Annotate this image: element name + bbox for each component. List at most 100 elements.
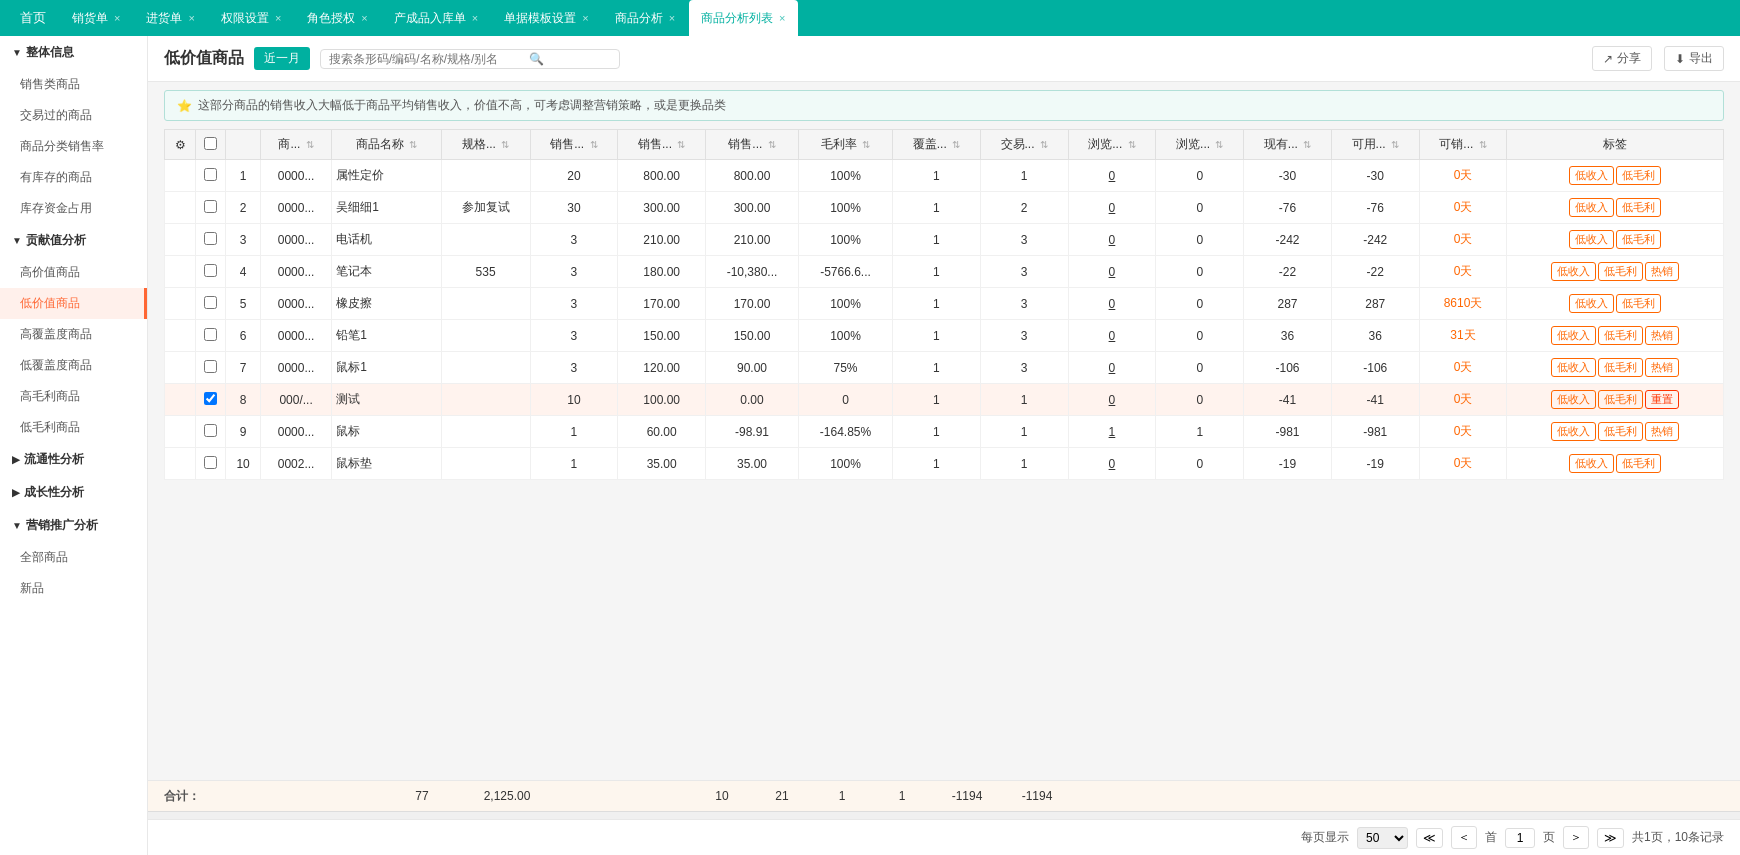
- row-checkbox[interactable]: [204, 360, 217, 373]
- sidebar-item-sales-goods[interactable]: 销售类商品: [0, 69, 147, 100]
- row-checkbox[interactable]: [204, 296, 217, 309]
- sidebar-group-growth[interactable]: ▶ 成长性分析: [0, 476, 147, 509]
- col-gross[interactable]: 毛利率 ⇅: [799, 130, 893, 160]
- browse-link[interactable]: 0: [1109, 361, 1116, 375]
- col-browse2[interactable]: 浏览... ⇅: [1156, 130, 1244, 160]
- col-sales1[interactable]: 销售... ⇅: [618, 130, 706, 160]
- row-browse1[interactable]: 0: [1068, 448, 1156, 480]
- row-checkbox-cell[interactable]: [196, 384, 226, 416]
- sidebar-item-low-value[interactable]: 低价值商品: [0, 288, 147, 319]
- row-checkbox[interactable]: [204, 328, 217, 341]
- nav-home[interactable]: 首页: [8, 0, 58, 36]
- sidebar-item-high-margin[interactable]: 高毛利商品: [0, 381, 147, 412]
- nav-permission[interactable]: 权限设置 ×: [209, 0, 293, 36]
- row-checkbox-cell[interactable]: [196, 352, 226, 384]
- last-page-button[interactable]: ≫: [1597, 828, 1624, 848]
- nav-template[interactable]: 单据模板设置 ×: [492, 0, 600, 36]
- row-checkbox-cell[interactable]: [196, 224, 226, 256]
- nav-purchase[interactable]: 进货单 ×: [134, 0, 206, 36]
- col-browse1[interactable]: 浏览... ⇅: [1068, 130, 1156, 160]
- row-checkbox[interactable]: [204, 200, 217, 213]
- row-checkbox[interactable]: [204, 392, 217, 405]
- row-checkbox[interactable]: [204, 232, 217, 245]
- row-checkbox-cell[interactable]: [196, 192, 226, 224]
- row-browse1[interactable]: 0: [1068, 256, 1156, 288]
- row-checkbox-cell[interactable]: [196, 448, 226, 480]
- row-checkbox-cell[interactable]: [196, 288, 226, 320]
- sidebar-item-stock-goods[interactable]: 有库存的商品: [0, 162, 147, 193]
- search-icon[interactable]: 🔍: [529, 52, 544, 66]
- col-code[interactable]: 商... ⇅: [260, 130, 331, 160]
- browse-link[interactable]: 0: [1109, 265, 1116, 279]
- first-page-button[interactable]: ≪: [1416, 828, 1443, 848]
- browse-link[interactable]: 0: [1109, 169, 1116, 183]
- col-settings[interactable]: ⚙: [165, 130, 196, 160]
- per-page-select[interactable]: 50 10 20 100: [1357, 827, 1408, 849]
- row-checkbox[interactable]: [204, 424, 217, 437]
- browse-link[interactable]: 0: [1109, 393, 1116, 407]
- nav-role[interactable]: 角色授权 ×: [295, 0, 379, 36]
- browse-link[interactable]: 0: [1109, 329, 1116, 343]
- row-checkbox-cell[interactable]: [196, 416, 226, 448]
- col-qty[interactable]: 销售... ⇅: [530, 130, 618, 160]
- sidebar-item-traded-goods[interactable]: 交易过的商品: [0, 100, 147, 131]
- row-checkbox-cell[interactable]: [196, 320, 226, 352]
- col-coverage[interactable]: 覆盖... ⇅: [893, 130, 981, 160]
- export-button[interactable]: ⬇ 导出: [1664, 46, 1724, 71]
- col-sellable[interactable]: 可销... ⇅: [1419, 130, 1507, 160]
- col-spec[interactable]: 规格... ⇅: [441, 130, 530, 160]
- browse-link[interactable]: 0: [1109, 297, 1116, 311]
- sidebar-item-stock-fund[interactable]: 库存资金占用: [0, 193, 147, 224]
- sidebar-item-category-rate[interactable]: 商品分类销售率: [0, 131, 147, 162]
- close-goods-list-icon[interactable]: ×: [779, 12, 785, 24]
- horizontal-scrollbar[interactable]: [148, 811, 1740, 819]
- sidebar-item-high-coverage[interactable]: 高覆盖度商品: [0, 319, 147, 350]
- col-stock[interactable]: 现有... ⇅: [1244, 130, 1332, 160]
- row-checkbox-cell[interactable]: [196, 256, 226, 288]
- sidebar-group-contribution[interactable]: ▼ 贡献值分析: [0, 224, 147, 257]
- share-button[interactable]: ↗ 分享: [1592, 46, 1652, 71]
- nav-goods-analysis[interactable]: 商品分析 ×: [603, 0, 687, 36]
- sidebar-group-overview[interactable]: ▼ 整体信息: [0, 36, 147, 69]
- row-browse1[interactable]: 0: [1068, 384, 1156, 416]
- prev-page-button[interactable]: ＜: [1451, 826, 1477, 849]
- browse-link[interactable]: 0: [1109, 233, 1116, 247]
- next-page-button[interactable]: ＞: [1563, 826, 1589, 849]
- row-checkbox-cell[interactable]: [196, 160, 226, 192]
- sidebar-group-circulation[interactable]: ▶ 流通性分析: [0, 443, 147, 476]
- close-sales-icon[interactable]: ×: [114, 12, 120, 24]
- select-all-checkbox[interactable]: [204, 137, 217, 150]
- col-trade[interactable]: 交易... ⇅: [980, 130, 1068, 160]
- row-browse1[interactable]: 1: [1068, 416, 1156, 448]
- row-checkbox[interactable]: [204, 456, 217, 469]
- row-checkbox[interactable]: [204, 168, 217, 181]
- page-input[interactable]: [1505, 828, 1535, 848]
- row-browse1[interactable]: 0: [1068, 224, 1156, 256]
- col-name[interactable]: 商品名称 ⇅: [332, 130, 442, 160]
- close-purchase-icon[interactable]: ×: [188, 12, 194, 24]
- row-checkbox[interactable]: [204, 264, 217, 277]
- nav-goods-list[interactable]: 商品分析列表 ×: [689, 0, 797, 36]
- col-available[interactable]: 可用... ⇅: [1331, 130, 1419, 160]
- close-production-icon[interactable]: ×: [472, 12, 478, 24]
- col-checkbox[interactable]: [196, 130, 226, 160]
- close-role-icon[interactable]: ×: [361, 12, 367, 24]
- sidebar-item-low-margin[interactable]: 低毛利商品: [0, 412, 147, 443]
- close-goods-analysis-icon[interactable]: ×: [669, 12, 675, 24]
- nav-sales[interactable]: 销货单 ×: [60, 0, 132, 36]
- close-template-icon[interactable]: ×: [582, 12, 588, 24]
- search-input[interactable]: [329, 52, 529, 66]
- browse-link[interactable]: 0: [1109, 457, 1116, 471]
- row-browse1[interactable]: 0: [1068, 320, 1156, 352]
- close-permission-icon[interactable]: ×: [275, 12, 281, 24]
- row-browse1[interactable]: 0: [1068, 288, 1156, 320]
- period-button[interactable]: 近一月: [254, 47, 310, 70]
- browse-link[interactable]: 0: [1109, 201, 1116, 215]
- row-browse1[interactable]: 0: [1068, 192, 1156, 224]
- table-container[interactable]: ⚙ 商... ⇅ 商品名称 ⇅ 规格... ⇅ 销售... ⇅ 销售... ⇅ …: [148, 129, 1740, 780]
- sidebar-item-new-goods[interactable]: 新品: [0, 573, 147, 604]
- sidebar-item-low-coverage[interactable]: 低覆盖度商品: [0, 350, 147, 381]
- row-browse1[interactable]: 0: [1068, 352, 1156, 384]
- row-browse1[interactable]: 0: [1068, 160, 1156, 192]
- sidebar-item-high-value[interactable]: 高价值商品: [0, 257, 147, 288]
